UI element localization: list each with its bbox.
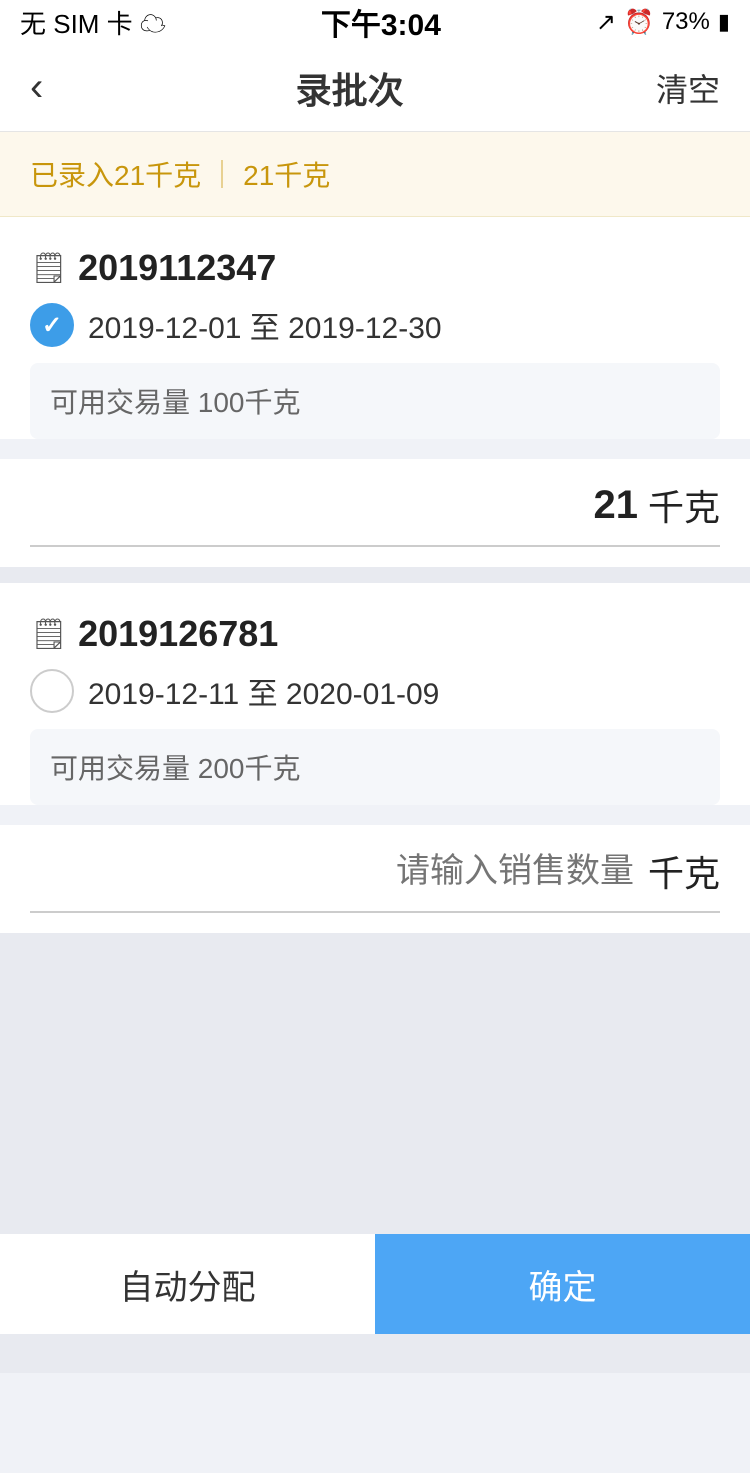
no-sim-text: 无 SIM 卡 ☁ [20, 4, 166, 41]
batch1-date-row: 2019-12-01 至 2019-12-30 [30, 303, 720, 347]
batch1-header: 🗒 2019112347 [30, 247, 720, 289]
summary-banner: 已录入21千克 21千克 [0, 132, 750, 217]
batch-item-2: 🗒 2019126781 2019-12-11 至 2020-01-09 可用交… [0, 583, 750, 805]
status-time: 下午3:04 [321, 0, 441, 44]
status-bar: 无 SIM 卡 ☁ 下午3:04 ↗ ⏰ 73% ▮ [0, 0, 750, 44]
batch1-qty-section: 21 千克 [0, 459, 750, 567]
alarm-icon: ⏰ [624, 8, 654, 37]
batch1-date: 2019-12-01 至 2019-12-30 [88, 303, 442, 347]
status-right: ↗ ⏰ 73% ▮ [596, 8, 730, 37]
batch1-id: 2019112347 [78, 247, 276, 289]
battery-text: 73% [662, 8, 710, 36]
batch1-qty-row: 21 千克 [0, 459, 750, 531]
batch-item-1: 🗒 2019112347 2019-12-01 至 2019-12-30 可用交… [0, 217, 750, 439]
batch1-radio[interactable] [30, 303, 74, 347]
batch2-input-section: 千克 [0, 825, 750, 933]
batch1-avail-text: 可用交易量 100千克 [50, 387, 301, 418]
section-separator-1 [0, 567, 750, 583]
batch2-id: 2019126781 [78, 613, 278, 655]
recorded-label: 已录入21千克 [30, 154, 201, 194]
batch2-input-row: 千克 [0, 825, 750, 897]
summary-divider [221, 160, 223, 188]
batch2-date: 2019-12-11 至 2020-01-09 [88, 669, 439, 713]
batch1-avail-box: 可用交易量 100千克 [30, 363, 720, 439]
battery-icon: ▮ [718, 9, 730, 35]
batch2-header: 🗒 2019126781 [30, 613, 720, 655]
batch2-avail-text: 可用交易量 200千克 [50, 753, 301, 784]
batch2-input-divider [30, 911, 720, 913]
batch1-qty-divider [30, 545, 720, 547]
bottom-bar: 自动分配 确定 [0, 1234, 750, 1334]
clear-button[interactable]: 清空 [656, 65, 720, 111]
batch1-doc-icon: 🗒 [30, 251, 68, 286]
nav-bar: ‹ 录批次 清空 [0, 44, 750, 132]
batch2-doc-icon: 🗒 [30, 617, 68, 652]
batch1-qty-value: 21 [593, 483, 638, 528]
back-button[interactable]: ‹ [30, 65, 43, 110]
auto-distribute-button[interactable]: 自动分配 [0, 1234, 375, 1334]
batch2-avail-box: 可用交易量 200千克 [30, 729, 720, 805]
location-icon: ↗ [596, 8, 616, 37]
status-left: 无 SIM 卡 ☁ [20, 4, 166, 41]
confirm-button[interactable]: 确定 [375, 1234, 750, 1334]
batch2-qty-input[interactable] [334, 852, 634, 891]
bottom-spacer [0, 1373, 750, 1473]
batch2-radio[interactable] [30, 669, 74, 713]
page-title: 录批次 [296, 62, 404, 114]
batch2-date-row: 2019-12-11 至 2020-01-09 [30, 669, 720, 713]
batch1-qty-unit: 千克 [648, 479, 720, 531]
batch2-unit: 千克 [648, 845, 720, 897]
summary-amount: 21千克 [243, 154, 330, 194]
